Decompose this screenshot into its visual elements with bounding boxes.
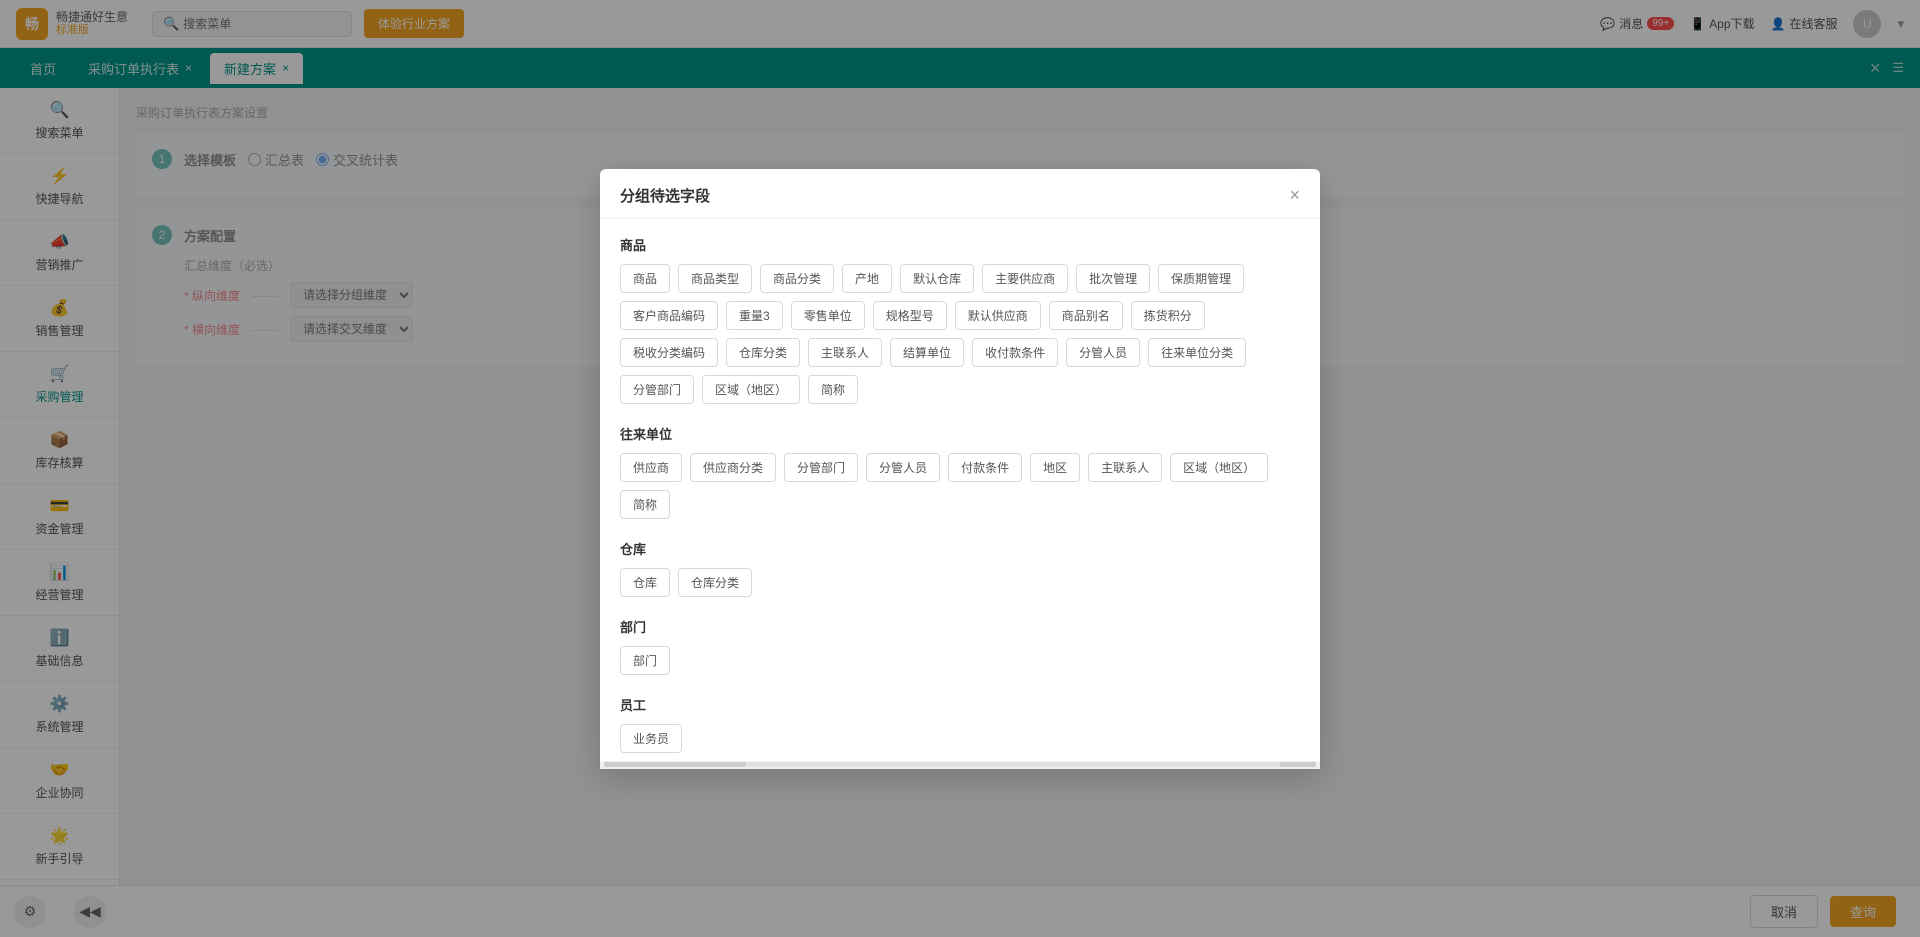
section-goods-title: 商品: [620, 235, 1300, 254]
scrollbar-thumb-left: [604, 762, 746, 767]
field-tag[interactable]: 商品别名: [1049, 301, 1123, 330]
section-goods-tags: 商品 商品类型 商品分类 产地 默认仓库 主要供应商 批次管理 保质期管理 客户…: [620, 264, 1300, 404]
field-tag[interactable]: 保质期管理: [1158, 264, 1244, 293]
modal-horizontal-scrollbar[interactable]: [600, 761, 1320, 769]
field-tag[interactable]: 商品: [620, 264, 670, 293]
field-tag[interactable]: 默认供应商: [955, 301, 1041, 330]
field-tag[interactable]: 商品类型: [678, 264, 752, 293]
field-tag[interactable]: 供应商: [620, 453, 682, 482]
field-tag[interactable]: 地区: [1030, 453, 1080, 482]
section-dept-title: 部门: [620, 617, 1300, 636]
field-tag[interactable]: 拣货积分: [1131, 301, 1205, 330]
field-tag[interactable]: 分管人员: [866, 453, 940, 482]
field-tag[interactable]: 结算单位: [890, 338, 964, 367]
section-dept-tags: 部门: [620, 646, 1300, 675]
modal-title: 分组待选字段: [620, 185, 710, 206]
field-tag[interactable]: 主联系人: [1088, 453, 1162, 482]
section-partner-tags: 供应商 供应商分类 分管部门 分管人员 付款条件 地区 主联系人 区域（地区） …: [620, 453, 1300, 519]
section-warehouse: 仓库 仓库 仓库分类: [620, 539, 1300, 597]
section-warehouse-title: 仓库: [620, 539, 1300, 558]
field-tag[interactable]: 税收分类编码: [620, 338, 718, 367]
modal-overlay: 分组待选字段 × 商品 商品 商品类型 商品分类 产地 默认仓库 主要供应商 批…: [0, 0, 1920, 937]
field-tag[interactable]: 分管人员: [1066, 338, 1140, 367]
field-tag[interactable]: 业务员: [620, 724, 682, 753]
field-tag[interactable]: 简称: [808, 375, 858, 404]
field-tag[interactable]: 部门: [620, 646, 670, 675]
field-tag[interactable]: 零售单位: [791, 301, 865, 330]
field-tag[interactable]: 重量3: [726, 301, 783, 330]
section-warehouse-tags: 仓库 仓库分类: [620, 568, 1300, 597]
section-staff-tags: 业务员: [620, 724, 1300, 753]
field-tag[interactable]: 分管部门: [784, 453, 858, 482]
section-goods: 商品 商品 商品类型 商品分类 产地 默认仓库 主要供应商 批次管理 保质期管理…: [620, 235, 1300, 404]
modal-body: 商品 商品 商品类型 商品分类 产地 默认仓库 主要供应商 批次管理 保质期管理…: [600, 219, 1320, 761]
modal-header: 分组待选字段 ×: [600, 169, 1320, 219]
field-tag[interactable]: 往来单位分类: [1148, 338, 1246, 367]
field-tag[interactable]: 分管部门: [620, 375, 694, 404]
field-tag[interactable]: 商品分类: [760, 264, 834, 293]
field-tag[interactable]: 收付款条件: [972, 338, 1058, 367]
section-partner: 往来单位 供应商 供应商分类 分管部门 分管人员 付款条件 地区 主联系人 区域…: [620, 424, 1300, 519]
field-tag[interactable]: 供应商分类: [690, 453, 776, 482]
field-tag[interactable]: 区域（地区）: [702, 375, 800, 404]
section-partner-title: 往来单位: [620, 424, 1300, 443]
section-staff-title: 员工: [620, 695, 1300, 714]
field-tag[interactable]: 默认仓库: [900, 264, 974, 293]
modal-close-button[interactable]: ×: [1289, 186, 1300, 204]
field-tag[interactable]: 仓库分类: [678, 568, 752, 597]
field-tag[interactable]: 区域（地区）: [1170, 453, 1268, 482]
field-tag[interactable]: 规格型号: [873, 301, 947, 330]
field-tag[interactable]: 客户商品编码: [620, 301, 718, 330]
field-tag[interactable]: 主要供应商: [982, 264, 1068, 293]
field-tag[interactable]: 付款条件: [948, 453, 1022, 482]
field-tag[interactable]: 简称: [620, 490, 670, 519]
field-tag[interactable]: 批次管理: [1076, 264, 1150, 293]
field-tag[interactable]: 仓库分类: [726, 338, 800, 367]
scrollbar-thumb-right: [1280, 762, 1316, 767]
section-staff: 员工 业务员: [620, 695, 1300, 753]
field-tag[interactable]: 主联系人: [808, 338, 882, 367]
section-dept: 部门 部门: [620, 617, 1300, 675]
field-select-modal: 分组待选字段 × 商品 商品 商品类型 商品分类 产地 默认仓库 主要供应商 批…: [600, 169, 1320, 769]
field-tag[interactable]: 仓库: [620, 568, 670, 597]
field-tag[interactable]: 产地: [842, 264, 892, 293]
